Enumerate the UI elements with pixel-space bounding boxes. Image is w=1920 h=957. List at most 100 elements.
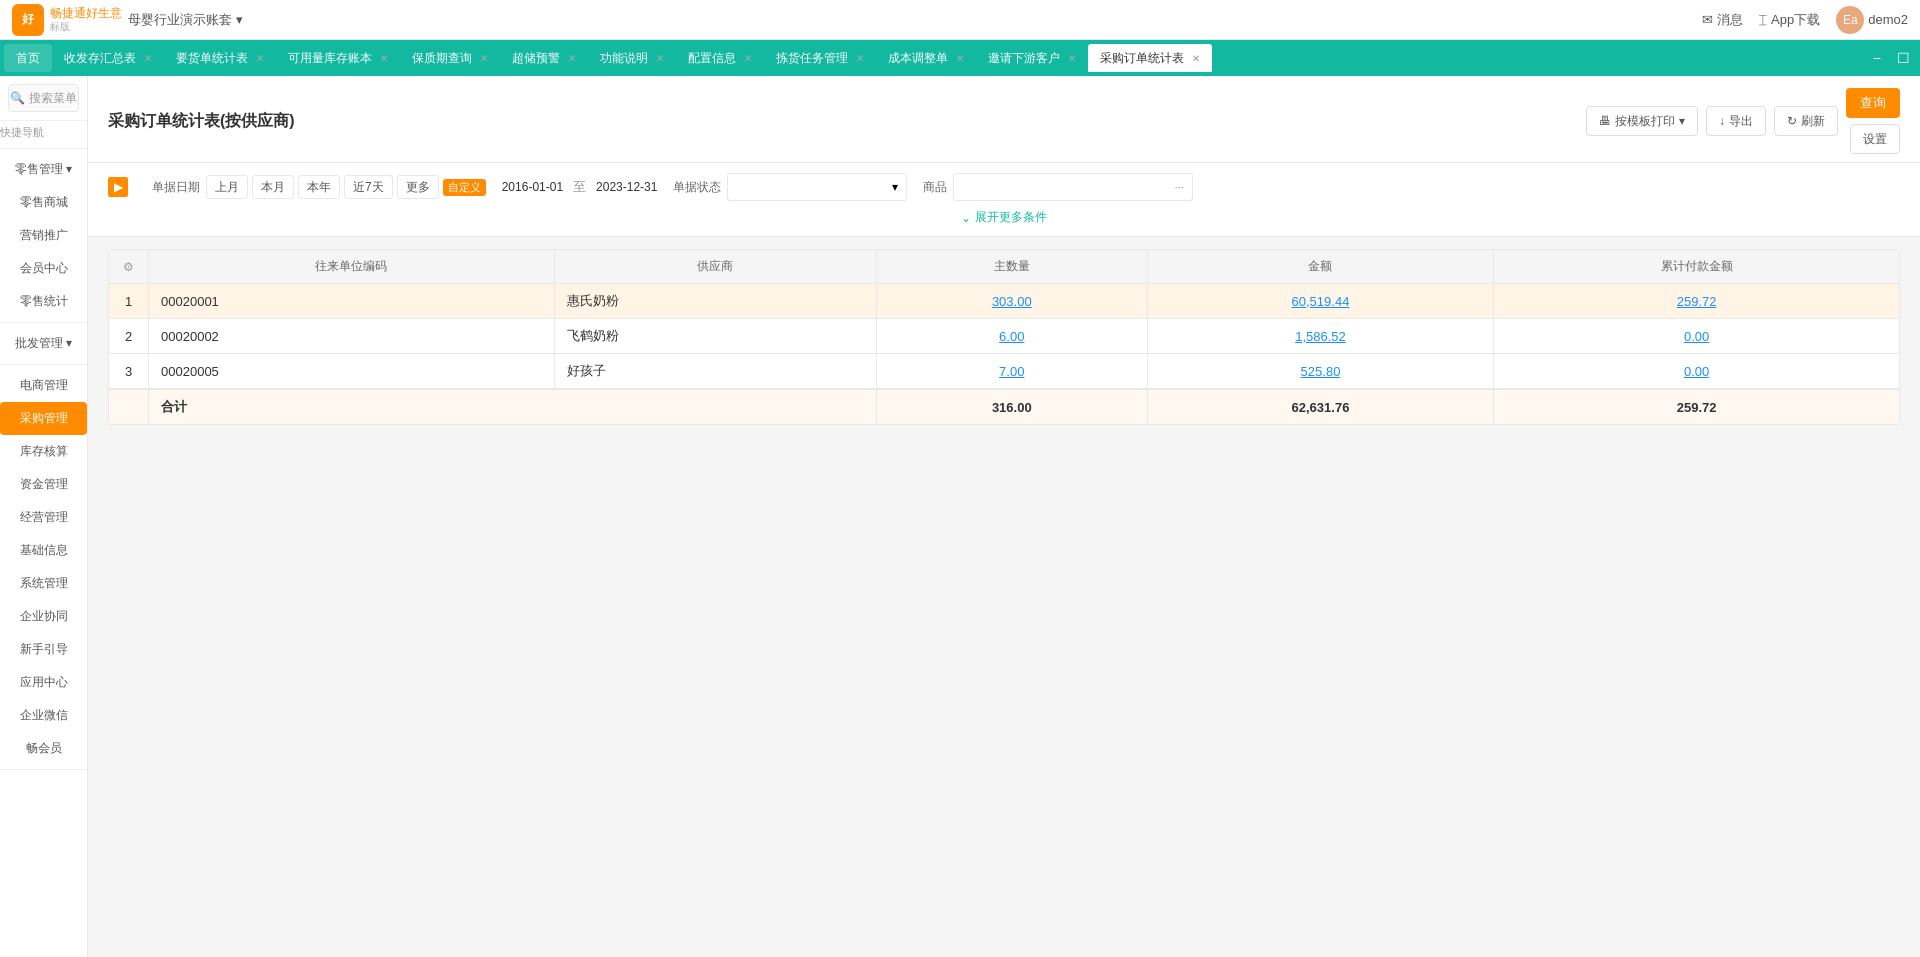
tab-purchase-stats-label: 采购订单统计表 <box>1100 50 1184 67</box>
shortcut-this-month[interactable]: 本月 <box>252 175 294 199</box>
page-header-actions: 🖶 按模板打印 ▾ ↓ 导出 ↻ 刷新 查询 设置 <box>1586 88 1900 154</box>
sidebar-item-marketing[interactable]: 营销推广 <box>0 219 87 252</box>
table-row[interactable]: 2 00020002 飞鹤奶粉 6.00 1,586.52 0.00 <box>109 319 1900 354</box>
sidebar-item-ops-mgmt[interactable]: 经营管理 <box>0 501 87 534</box>
query-btn[interactable]: 查询 <box>1846 88 1900 118</box>
sidebar-search-section: 🔍 搜索菜单 <box>0 76 87 121</box>
tab-picking-task-close[interactable]: ✕ <box>856 53 864 64</box>
goods-filter: 商品 ··· <box>923 173 1193 201</box>
sidebar-item-basic-info[interactable]: 基础信息 <box>0 534 87 567</box>
goods-input[interactable]: ··· <box>953 173 1193 201</box>
tab-picking-task[interactable]: 拣货任务管理 ✕ <box>764 44 876 72</box>
tab-available-inventory-close[interactable]: ✕ <box>380 53 388 64</box>
tab-overstock[interactable]: 超储预警 ✕ <box>500 44 588 72</box>
col-settings-icon[interactable]: ⚙ <box>123 260 134 274</box>
sidebar-item-app-center[interactable]: 应用中心 <box>0 666 87 699</box>
username: demo2 <box>1868 12 1908 27</box>
user-profile[interactable]: Ea demo2 <box>1836 6 1908 34</box>
table-head: ⚙ 往来单位编码 供应商 主数量 金额 累计付款金额 <box>109 250 1900 284</box>
inventory-label: 库存核算 <box>20 444 68 458</box>
settings-btn[interactable]: 设置 <box>1850 124 1900 154</box>
sidebar-item-enterprise-coop[interactable]: 企业协同 <box>0 600 87 633</box>
collapse-arrow[interactable]: ▶ <box>108 177 128 197</box>
footer-paid: 259.72 <box>1494 389 1900 425</box>
query-label: 查询 <box>1860 95 1886 110</box>
table-row[interactable]: 1 00020001 惠氏奶粉 303.00 60,519.44 259.72 <box>109 284 1900 319</box>
content-area: 采购订单统计表(按供应商) 🖶 按模板打印 ▾ ↓ 导出 ↻ 刷新 查询 <box>88 76 1920 957</box>
tab-overstock-close[interactable]: ✕ <box>568 53 576 64</box>
tab-expiry-query-label: 保质期查询 <box>412 50 472 67</box>
tab-cost-adjust[interactable]: 成本调整单 ✕ <box>876 44 976 72</box>
page-header: 采购订单统计表(按供应商) 🖶 按模板打印 ▾ ↓ 导出 ↻ 刷新 查询 <box>88 76 1920 163</box>
sidebar-item-new-guide[interactable]: 新手引导 <box>0 633 87 666</box>
sidebar-item-retail-shop[interactable]: 零售商城 <box>0 186 87 219</box>
row-supplier-3: 好孩子 <box>554 354 876 390</box>
row-supplier-2: 飞鹤奶粉 <box>554 319 876 354</box>
sidebar-item-retail-stats[interactable]: 零售统计 <box>0 285 87 318</box>
maximize-btn[interactable]: ☐ <box>1891 48 1916 68</box>
tab-config-info-close[interactable]: ✕ <box>744 53 752 64</box>
date-shortcuts: 上月 本月 本年 近7天 更多 自定义 <box>206 175 486 199</box>
goods-more-icon[interactable]: ··· <box>1174 180 1184 194</box>
date-label: 单据日期 <box>152 179 200 196</box>
tab-function-desc-label: 功能说明 <box>600 50 648 67</box>
app-download-btn[interactable]: ⌶ App下载 <box>1759 11 1820 29</box>
shortcut-prev-month[interactable]: 上月 <box>206 175 248 199</box>
purchase-mgmt-label: 采购管理 <box>20 411 68 425</box>
tab-function-desc[interactable]: 功能说明 ✕ <box>588 44 676 72</box>
search-menu-btn[interactable]: 🔍 搜索菜单 <box>8 84 79 112</box>
tab-receive-send-close[interactable]: ✕ <box>144 53 152 64</box>
tab-purchase-stats-close[interactable]: ✕ <box>1192 53 1200 64</box>
tab-invite-customer-close[interactable]: ✕ <box>1068 53 1076 64</box>
sidebar-item-finance[interactable]: 资金管理 <box>0 468 87 501</box>
status-chevron: ▾ <box>892 180 898 194</box>
table-footer: 合计 316.00 62,631.76 259.72 <box>109 389 1900 425</box>
sidebar-item-member-center[interactable]: 会员中心 <box>0 252 87 285</box>
tab-expiry-query-close[interactable]: ✕ <box>480 53 488 64</box>
logo-text: 畅捷通好生意 <box>50 6 122 20</box>
sidebar-item-purchase-mgmt[interactable]: 采购管理 <box>0 402 87 435</box>
col-code: 往来单位编码 <box>149 250 555 284</box>
messages-btn[interactable]: ✉ 消息 <box>1702 11 1743 29</box>
sidebar-item-system-mgmt[interactable]: 系统管理 <box>0 567 87 600</box>
tab-goods-stats[interactable]: 要货单统计表 ✕ <box>164 44 276 72</box>
logo-version: 标版 <box>50 21 122 33</box>
shortcut-this-year[interactable]: 本年 <box>298 175 340 199</box>
expand-btn[interactable]: ⌄ 展开更多条件 <box>961 209 1047 226</box>
export-btn[interactable]: ↓ 导出 <box>1706 106 1766 136</box>
date-from: 2016-01-01 <box>502 180 563 194</box>
goods-label: 商品 <box>923 179 947 196</box>
table-row[interactable]: 3 00020005 好孩子 7.00 525.80 0.00 <box>109 354 1900 390</box>
tab-receive-send[interactable]: 收发存汇总表 ✕ <box>52 44 164 72</box>
sidebar-item-retail-mgmt[interactable]: 零售管理 ▾ <box>0 153 87 186</box>
tab-invite-customer[interactable]: 邀请下游客户 ✕ <box>976 44 1088 72</box>
sidebar-group-retail: 零售管理 ▾ 零售商城 营销推广 会员中心 零售统计 <box>0 149 87 323</box>
wholesale-mgmt-label: 批发管理 ▾ <box>15 336 72 350</box>
nav-tabs: 首页 收发存汇总表 ✕ 要货单统计表 ✕ 可用量库存账本 ✕ 保质期查询 ✕ 超… <box>0 40 1920 76</box>
workspace-selector[interactable]: 母婴行业演示账套 ▾ <box>128 11 243 29</box>
sidebar-item-wholesale-mgmt[interactable]: 批发管理 ▾ <box>0 327 87 360</box>
template-print-btn[interactable]: 🖶 按模板打印 ▾ <box>1586 106 1698 136</box>
enterprise-wechat-label: 企业微信 <box>20 708 68 722</box>
tab-available-inventory[interactable]: 可用量库存账本 ✕ <box>276 44 400 72</box>
sidebar-item-inventory[interactable]: 库存核算 <box>0 435 87 468</box>
tab-expiry-query[interactable]: 保质期查询 ✕ <box>400 44 500 72</box>
status-select[interactable]: ▾ <box>727 173 907 201</box>
tab-config-info-label: 配置信息 <box>688 50 736 67</box>
shortcut-7days[interactable]: 近7天 <box>344 175 393 199</box>
tab-config-info[interactable]: 配置信息 ✕ <box>676 44 764 72</box>
sidebar-item-ecommerce[interactable]: 电商管理 <box>0 369 87 402</box>
shortcut-more[interactable]: 更多 <box>397 175 439 199</box>
tab-cost-adjust-close[interactable]: ✕ <box>956 53 964 64</box>
row-supplier-1: 惠氏奶粉 <box>554 284 876 319</box>
tab-purchase-stats[interactable]: 采购订单统计表 ✕ <box>1088 44 1212 72</box>
tab-function-desc-close[interactable]: ✕ <box>656 53 664 64</box>
tab-goods-stats-close[interactable]: ✕ <box>256 53 264 64</box>
tab-home[interactable]: 首页 <box>4 44 52 72</box>
refresh-btn[interactable]: ↻ 刷新 <box>1774 106 1838 136</box>
minimize-btn[interactable]: − <box>1867 48 1887 68</box>
sidebar-item-enterprise-wechat[interactable]: 企业微信 <box>0 699 87 732</box>
sidebar-item-member[interactable]: 畅会员 <box>0 732 87 765</box>
row-amount-2: 1,586.52 <box>1147 319 1494 354</box>
basic-info-label: 基础信息 <box>20 543 68 557</box>
